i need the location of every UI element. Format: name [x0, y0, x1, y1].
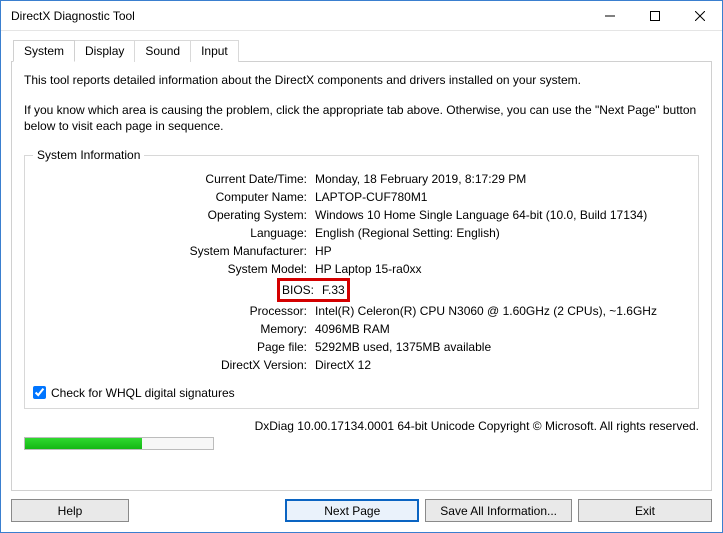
label-language: Language:: [33, 224, 311, 242]
next-page-button[interactable]: Next Page: [285, 499, 419, 522]
progress-row: [24, 437, 699, 450]
label-model: System Model:: [33, 260, 311, 278]
group-title: System Information: [33, 148, 144, 162]
exit-button[interactable]: Exit: [578, 499, 712, 522]
value-pagefile: 5292MB used, 1375MB available: [311, 338, 690, 356]
row-dxversion: DirectX Version: DirectX 12: [33, 356, 690, 374]
minimize-icon: [605, 11, 615, 21]
row-model: System Model: HP Laptop 15-ra0xx: [33, 260, 690, 278]
tab-system[interactable]: System: [13, 40, 75, 62]
tab-display[interactable]: Display: [74, 40, 135, 62]
value-dxversion: DirectX 12: [311, 356, 690, 374]
whql-checkbox[interactable]: [33, 386, 46, 399]
system-information-group: System Information Current Date/Time: Mo…: [24, 155, 699, 409]
row-computer: Computer Name: LAPTOP-CUF780M1: [33, 188, 690, 206]
value-computer: LAPTOP-CUF780M1: [311, 188, 690, 206]
system-info-list: Current Date/Time: Monday, 18 February 2…: [33, 166, 690, 378]
tab-panel-system: This tool reports detailed information a…: [11, 61, 712, 491]
whql-check-row: Check for WHQL digital signatures: [33, 386, 690, 400]
whql-label: Check for WHQL digital signatures: [51, 386, 235, 400]
label-manufacturer: System Manufacturer:: [33, 242, 311, 260]
row-os: Operating System: Windows 10 Home Single…: [33, 206, 690, 224]
label-bios: BIOS:: [282, 281, 318, 299]
row-bios: BIOS: F.33: [33, 278, 690, 302]
label-memory: Memory:: [33, 320, 311, 338]
intro-text: This tool reports detailed information a…: [24, 72, 699, 149]
window-controls: [587, 1, 722, 30]
row-pagefile: Page file: 5292MB used, 1375MB available: [33, 338, 690, 356]
window-title: DirectX Diagnostic Tool: [1, 9, 587, 23]
tab-sound[interactable]: Sound: [134, 40, 191, 62]
maximize-button[interactable]: [632, 1, 677, 30]
app-window: DirectX Diagnostic Tool System Display S…: [0, 0, 723, 533]
titlebar: DirectX Diagnostic Tool: [1, 1, 722, 31]
value-language: English (Regional Setting: English): [311, 224, 690, 242]
value-model: HP Laptop 15-ra0xx: [311, 260, 690, 278]
row-memory: Memory: 4096MB RAM: [33, 320, 690, 338]
label-dxversion: DirectX Version:: [33, 356, 311, 374]
maximize-icon: [650, 11, 660, 21]
row-datetime: Current Date/Time: Monday, 18 February 2…: [33, 170, 690, 188]
progress-bar: [24, 437, 214, 450]
save-all-button[interactable]: Save All Information...: [425, 499, 572, 522]
help-button[interactable]: Help: [11, 499, 129, 522]
content-area: System Display Sound Input This tool rep…: [1, 31, 722, 532]
row-language: Language: English (Regional Setting: Eng…: [33, 224, 690, 242]
label-os: Operating System:: [33, 206, 311, 224]
label-computer: Computer Name:: [33, 188, 311, 206]
value-manufacturer: HP: [311, 242, 690, 260]
label-datetime: Current Date/Time:: [33, 170, 311, 188]
label-pagefile: Page file:: [33, 338, 311, 356]
intro-line-1: This tool reports detailed information a…: [24, 72, 699, 88]
row-processor: Processor: Intel(R) Celeron(R) CPU N3060…: [33, 302, 690, 320]
tab-input[interactable]: Input: [190, 40, 239, 62]
intro-line-2: If you know which area is causing the pr…: [24, 102, 699, 134]
button-row: Help Next Page Save All Information... E…: [11, 499, 712, 522]
value-bios: F.33: [318, 281, 345, 299]
progress-fill: [25, 438, 142, 449]
value-datetime: Monday, 18 February 2019, 8:17:29 PM: [311, 170, 690, 188]
bios-highlight: BIOS: F.33: [277, 278, 350, 302]
row-manufacturer: System Manufacturer: HP: [33, 242, 690, 260]
footer-text: DxDiag 10.00.17134.0001 64-bit Unicode C…: [24, 419, 699, 433]
value-os: Windows 10 Home Single Language 64-bit (…: [311, 206, 690, 224]
minimize-button[interactable]: [587, 1, 632, 30]
value-processor: Intel(R) Celeron(R) CPU N3060 @ 1.60GHz …: [311, 302, 690, 320]
value-memory: 4096MB RAM: [311, 320, 690, 338]
tab-strip: System Display Sound Input: [13, 40, 712, 62]
label-processor: Processor:: [33, 302, 311, 320]
close-icon: [695, 11, 705, 21]
close-button[interactable]: [677, 1, 722, 30]
